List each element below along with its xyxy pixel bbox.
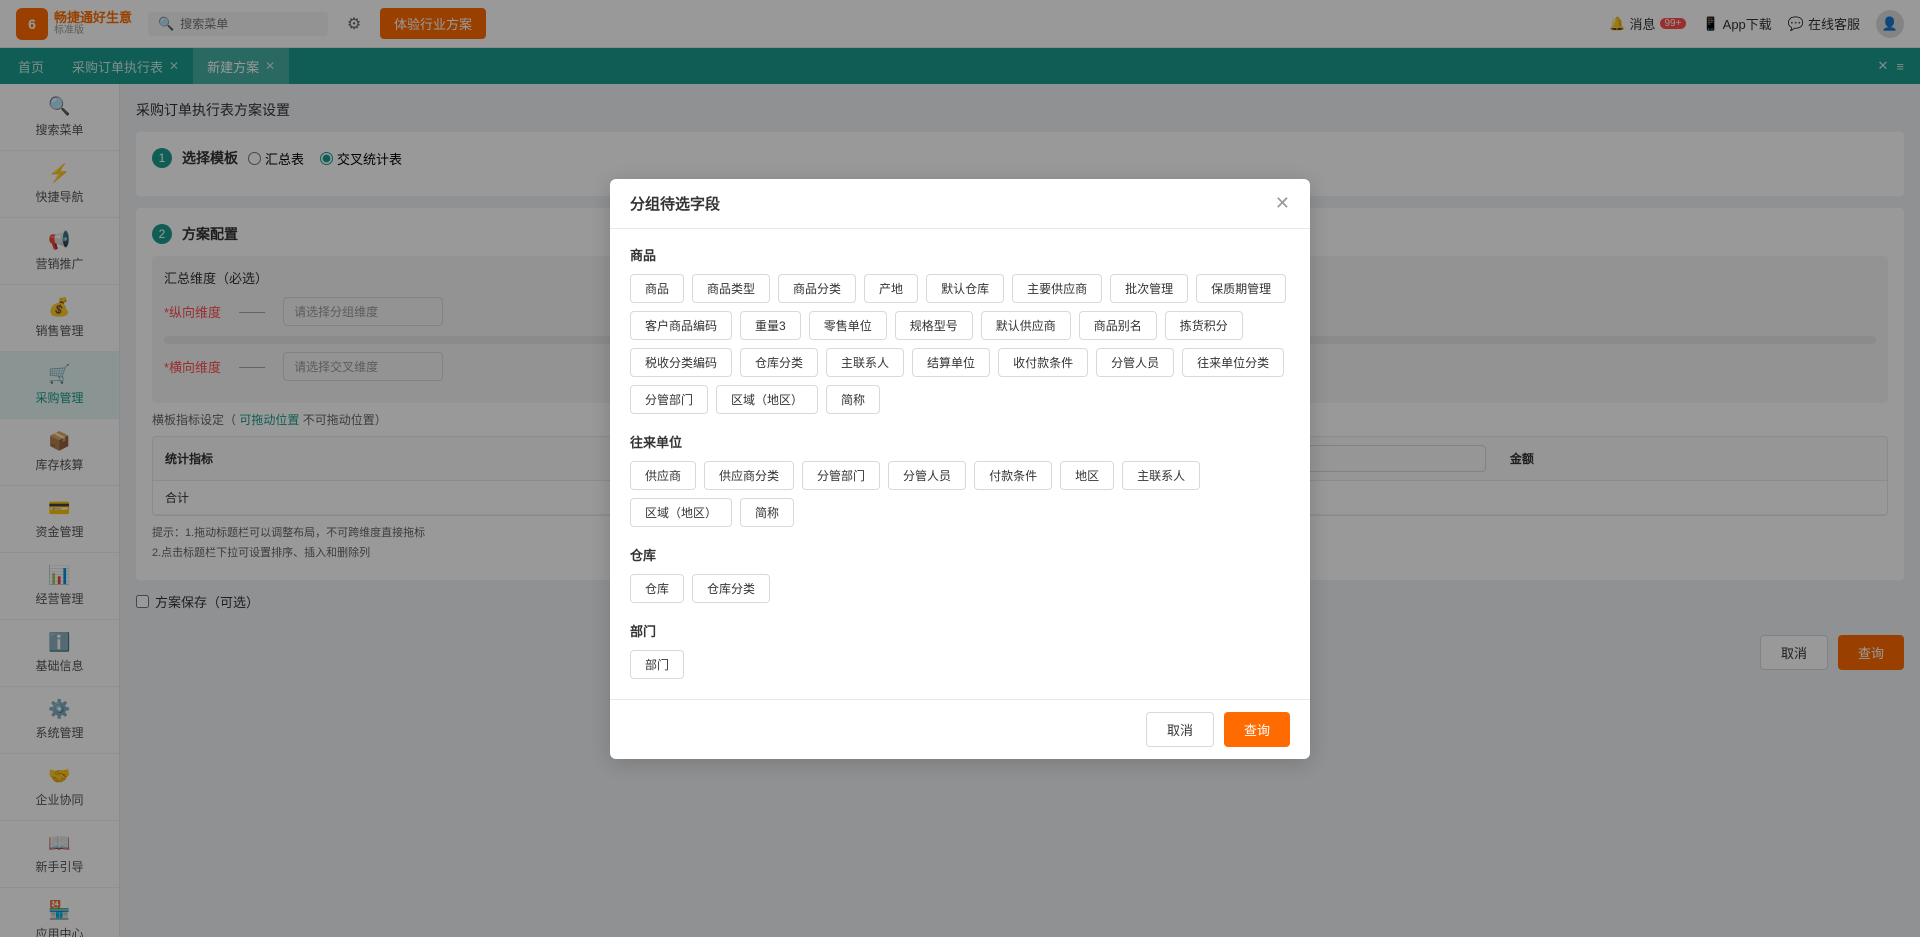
field-tag[interactable]: 默认供应商 (981, 311, 1071, 340)
field-select-modal: 分组待选字段 ✕ 商品商品商品类型商品分类产地默认仓库主要供应商批次管理保质期管… (610, 179, 1310, 759)
field-tag[interactable]: 分管人员 (888, 461, 966, 490)
field-tag[interactable]: 主联系人 (1122, 461, 1200, 490)
field-tag[interactable]: 地区 (1060, 461, 1114, 490)
field-tag[interactable]: 部门 (630, 650, 684, 679)
field-tag[interactable]: 产地 (864, 274, 918, 303)
field-tag[interactable]: 简称 (740, 498, 794, 527)
field-tag[interactable]: 商品别名 (1079, 311, 1157, 340)
field-tag[interactable]: 结算单位 (912, 348, 990, 377)
field-group-title: 仓库 (630, 545, 1290, 564)
field-group-仓库: 仓库仓库仓库分类 (630, 545, 1290, 603)
field-tag[interactable]: 供应商分类 (704, 461, 794, 490)
field-tag[interactable]: 商品类型 (692, 274, 770, 303)
field-tag[interactable]: 保质期管理 (1196, 274, 1286, 303)
field-tags: 部门 (630, 650, 1290, 679)
field-group-title: 商品 (630, 245, 1290, 264)
field-tag[interactable]: 分管部门 (802, 461, 880, 490)
modal-cancel-btn[interactable]: 取消 (1146, 712, 1214, 747)
modal-close-btn[interactable]: ✕ (1275, 193, 1290, 214)
modal-header: 分组待选字段 ✕ (610, 179, 1310, 229)
field-tag[interactable]: 商品 (630, 274, 684, 303)
field-tag[interactable]: 仓库分类 (740, 348, 818, 377)
modal-overlay: 分组待选字段 ✕ 商品商品商品类型商品分类产地默认仓库主要供应商批次管理保质期管… (0, 0, 1920, 937)
field-tag[interactable]: 商品分类 (778, 274, 856, 303)
field-tag[interactable]: 规格型号 (895, 311, 973, 340)
field-tag[interactable]: 收付款条件 (998, 348, 1088, 377)
field-tag[interactable]: 区域（地区） (630, 498, 732, 527)
field-tag[interactable]: 分管人员 (1096, 348, 1174, 377)
field-tag[interactable]: 仓库分类 (692, 574, 770, 603)
field-tag[interactable]: 主联系人 (826, 348, 904, 377)
field-tag[interactable]: 区域（地区） (716, 385, 818, 414)
modal-title: 分组待选字段 (630, 193, 720, 214)
field-group-title: 往来单位 (630, 432, 1290, 451)
field-tags: 商品商品类型商品分类产地默认仓库主要供应商批次管理保质期管理客户商品编码重量3 零… (630, 274, 1290, 414)
field-tag[interactable]: 简称 (826, 385, 880, 414)
field-tag[interactable]: 付款条件 (974, 461, 1052, 490)
field-tag[interactable]: 分管部门 (630, 385, 708, 414)
modal-confirm-btn[interactable]: 查询 (1224, 712, 1290, 747)
field-group-商品: 商品商品商品类型商品分类产地默认仓库主要供应商批次管理保质期管理客户商品编码重量… (630, 245, 1290, 414)
field-tags: 仓库仓库分类 (630, 574, 1290, 603)
field-tags: 供应商供应商分类分管部门分管人员付款条件地区主联系人区域（地区） 简称 (630, 461, 1290, 527)
field-tag[interactable]: 仓库 (630, 574, 684, 603)
field-group-title: 部门 (630, 621, 1290, 640)
field-tag[interactable]: 默认仓库 (926, 274, 1004, 303)
field-tag[interactable]: 主要供应商 (1012, 274, 1102, 303)
field-tag[interactable]: 往来单位分类 (1182, 348, 1284, 377)
field-tag[interactable]: 供应商 (630, 461, 696, 490)
field-tag[interactable]: 重量3 (740, 311, 801, 340)
field-tag[interactable]: 拣货积分 (1165, 311, 1243, 340)
field-tag[interactable]: 税收分类编码 (630, 348, 732, 377)
modal-footer: 取消 查询 (610, 699, 1310, 759)
field-tag[interactable]: 批次管理 (1110, 274, 1188, 303)
modal-body: 商品商品商品类型商品分类产地默认仓库主要供应商批次管理保质期管理客户商品编码重量… (610, 229, 1310, 699)
field-tag[interactable]: 客户商品编码 (630, 311, 732, 340)
field-tag[interactable]: 零售单位 (809, 311, 887, 340)
field-group-部门: 部门部门 (630, 621, 1290, 679)
field-group-往来单位: 往来单位供应商供应商分类分管部门分管人员付款条件地区主联系人区域（地区） 简称 (630, 432, 1290, 527)
